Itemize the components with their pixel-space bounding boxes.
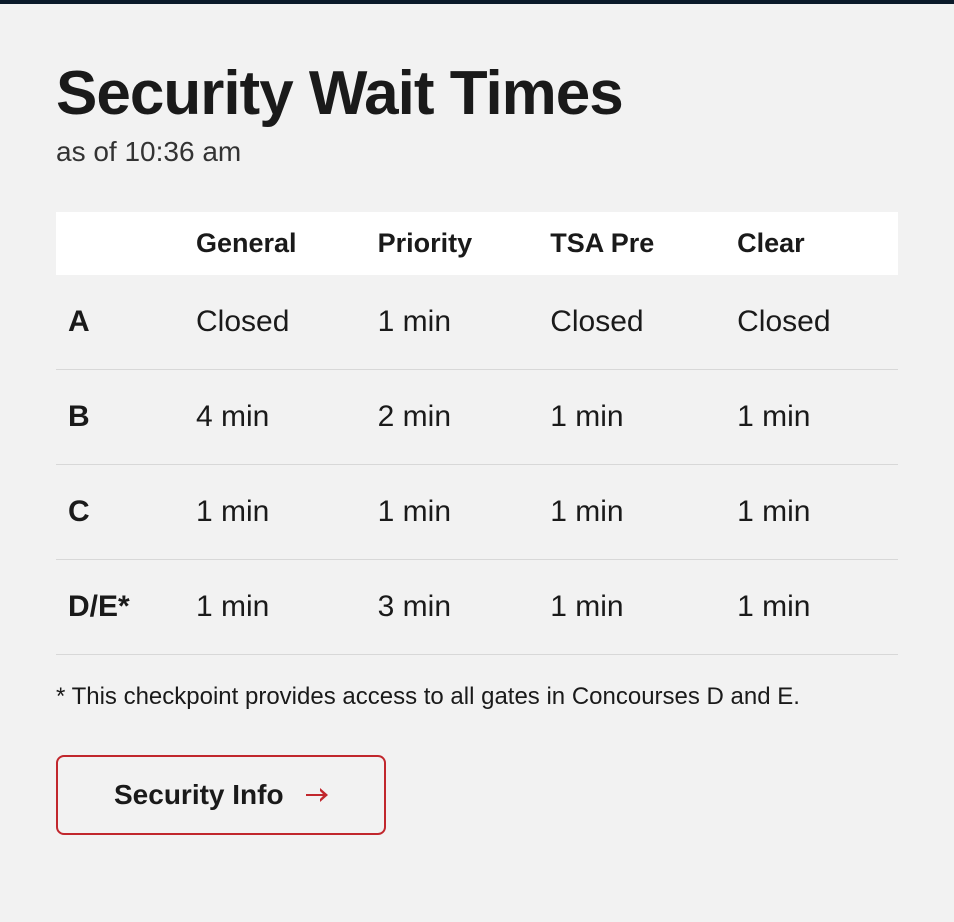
security-info-button[interactable]: Security Info xyxy=(56,755,386,835)
security-info-label: Security Info xyxy=(114,779,284,811)
cell-clear: Closed xyxy=(727,275,898,370)
cell-general: 1 min xyxy=(186,465,368,560)
cell-tsapre: 1 min xyxy=(540,370,727,465)
cell-priority: 1 min xyxy=(368,465,541,560)
footnote: * This checkpoint provides access to all… xyxy=(56,683,898,711)
cell-priority: 3 min xyxy=(368,560,541,655)
cell-tsapre: 1 min xyxy=(540,560,727,655)
cell-clear: 1 min xyxy=(727,560,898,655)
col-header-clear: Clear xyxy=(727,212,898,275)
row-label: D/E* xyxy=(56,560,186,655)
cell-tsapre: Closed xyxy=(540,275,727,370)
col-header-general: General xyxy=(186,212,368,275)
table-row: C 1 min 1 min 1 min 1 min xyxy=(56,465,898,560)
col-header-blank xyxy=(56,212,186,275)
page-title: Security Wait Times xyxy=(56,60,898,128)
arrow-right-icon xyxy=(306,788,328,802)
cell-general: Closed xyxy=(186,275,368,370)
cell-clear: 1 min xyxy=(727,370,898,465)
cell-general: 1 min xyxy=(186,560,368,655)
wait-times-table: General Priority TSA Pre Clear A Closed … xyxy=(56,212,898,655)
row-label: B xyxy=(56,370,186,465)
table-header-row: General Priority TSA Pre Clear xyxy=(56,212,898,275)
table-row: A Closed 1 min Closed Closed xyxy=(56,275,898,370)
timestamp-subtitle: as of 10:36 am xyxy=(56,136,898,168)
col-header-tsapre: TSA Pre xyxy=(540,212,727,275)
col-header-priority: Priority xyxy=(368,212,541,275)
table-row: D/E* 1 min 3 min 1 min 1 min xyxy=(56,560,898,655)
cell-priority: 2 min xyxy=(368,370,541,465)
row-label: C xyxy=(56,465,186,560)
row-label: A xyxy=(56,275,186,370)
cell-priority: 1 min xyxy=(368,275,541,370)
table-row: B 4 min 2 min 1 min 1 min xyxy=(56,370,898,465)
cell-general: 4 min xyxy=(186,370,368,465)
cell-tsapre: 1 min xyxy=(540,465,727,560)
cell-clear: 1 min xyxy=(727,465,898,560)
